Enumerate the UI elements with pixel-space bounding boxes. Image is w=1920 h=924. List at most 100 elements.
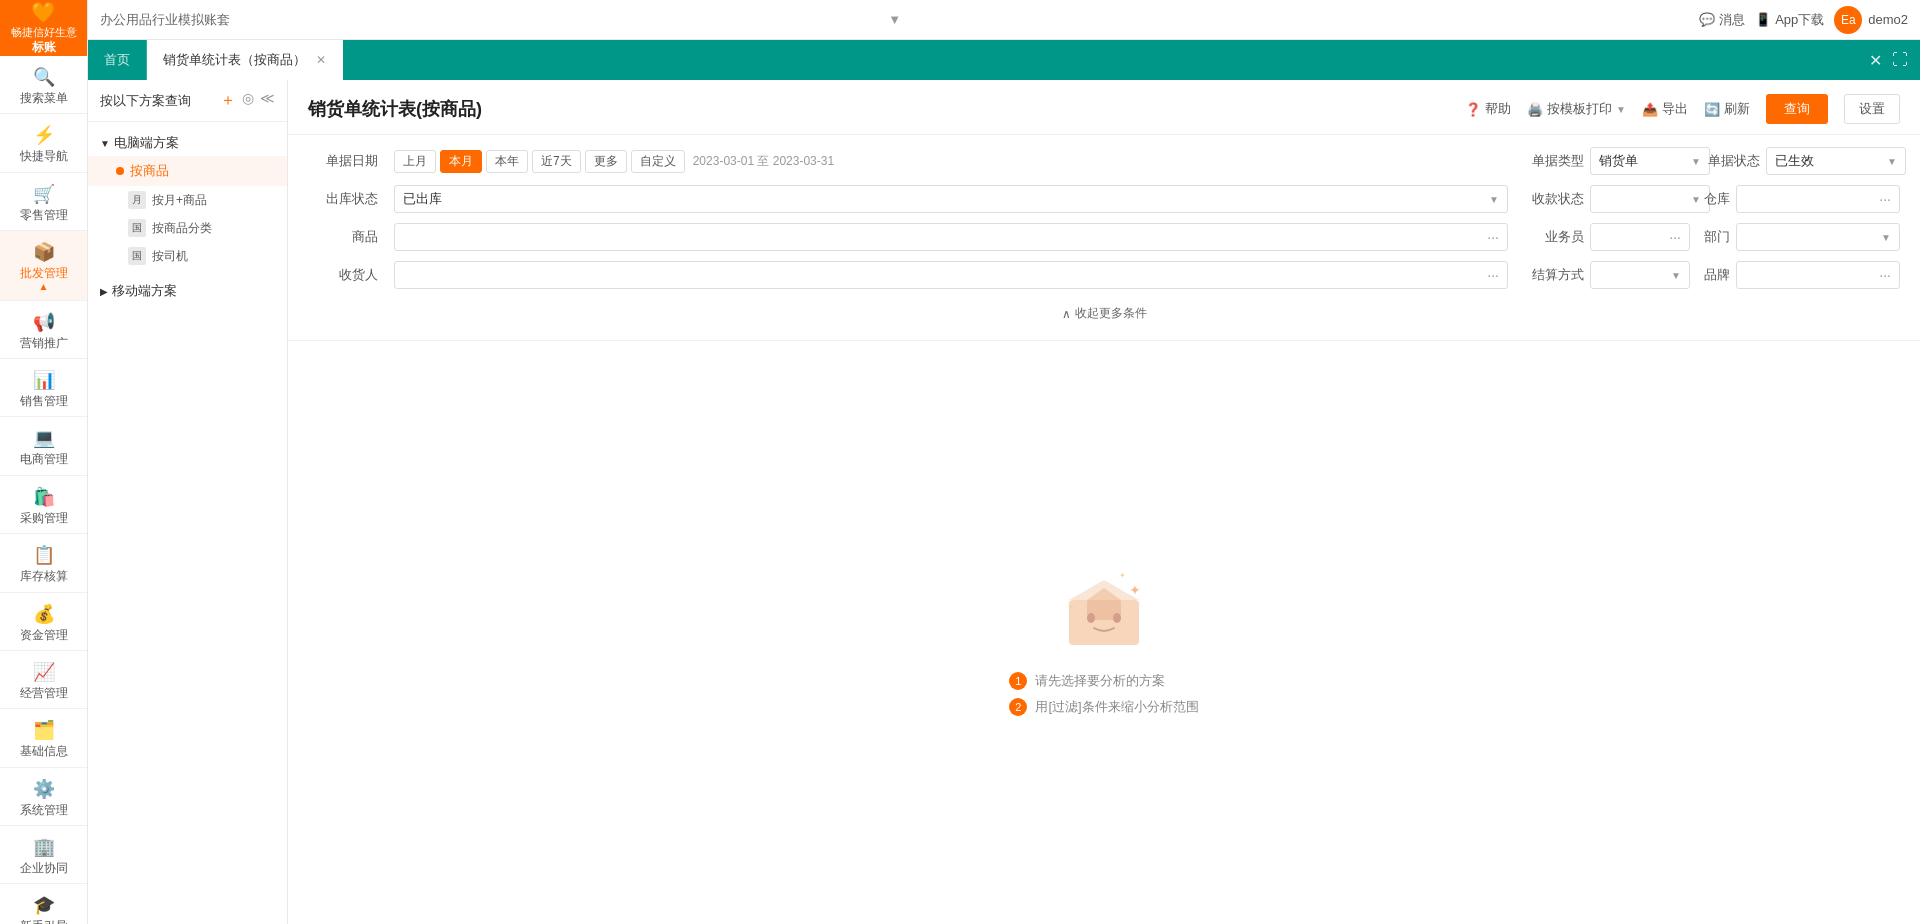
logo-name: 标账 <box>32 39 56 56</box>
date-btn-last-7-days[interactable]: 近7天 <box>532 150 581 173</box>
template-print-btn[interactable]: 🖨️ 按模板打印 ▼ <box>1527 100 1626 118</box>
user-avatar: Ea <box>1834 6 1862 34</box>
help-btn[interactable]: ❓ 帮助 <box>1465 100 1511 118</box>
date-btn-last-month[interactable]: 上月 <box>394 150 436 173</box>
receiver-input[interactable]: ··· <box>394 261 1508 289</box>
sidebar-label-purchase: 采购管理 <box>20 511 68 525</box>
department-group: 部门 ▼ <box>1700 223 1900 251</box>
scheme-add-icon[interactable]: ＋ <box>220 90 236 111</box>
export-btn[interactable]: 📤 导出 <box>1642 100 1688 118</box>
step-2-num: 2 <box>1009 698 1027 716</box>
template-print-chevron-icon: ▼ <box>1616 104 1626 115</box>
payment-method-chevron-icon: ▼ <box>1671 270 1681 281</box>
sidebar-label-ecommerce: 电商管理 <box>20 452 68 466</box>
message-btn[interactable]: 💬 消息 <box>1699 11 1745 29</box>
sidebar-item-retail[interactable]: 🛒 零售管理 <box>0 173 88 231</box>
sidebar-label-retail: 零售管理 <box>20 208 68 222</box>
scheme-edit-icon[interactable]: ◎ <box>242 90 254 111</box>
tab-home[interactable]: 首页 <box>88 40 147 80</box>
sidebar-label-inventory: 库存核算 <box>20 569 68 583</box>
account-dropdown-icon[interactable]: ▼ <box>888 12 901 27</box>
scheme-item-by-month-product[interactable]: 月 按月+商品 <box>88 186 287 214</box>
sidebar-item-search-menu[interactable]: 🔍 搜索菜单 <box>0 56 88 114</box>
doc-status-select[interactable]: 已生效 ▼ <box>1766 147 1906 175</box>
tab-fullscreen-icon[interactable]: ⛶ <box>1892 51 1908 69</box>
message-label: 消息 <box>1719 11 1745 29</box>
date-btn-more[interactable]: 更多 <box>585 150 627 173</box>
sidebar-item-ecommerce[interactable]: 💻 电商管理 <box>0 417 88 475</box>
sidebar-item-newbie[interactable]: 🎓 新手引导 <box>0 884 88 924</box>
date-btn-this-year[interactable]: 本年 <box>486 150 528 173</box>
app-download-label: App下载 <box>1775 11 1824 29</box>
date-label: 单据日期 <box>308 152 378 170</box>
out-status-select[interactable]: 已出库 ▼ <box>394 185 1508 213</box>
user-menu-btn[interactable]: Ea demo2 <box>1834 6 1908 34</box>
ecommerce-icon: 💻 <box>33 427 55 449</box>
user-name-label: demo2 <box>1868 12 1908 27</box>
doc-type-label: 单据类型 <box>1524 152 1584 170</box>
sidebar-item-quick-nav[interactable]: ⚡ 快捷导航 <box>0 114 88 172</box>
warehouse-select[interactable]: ··· <box>1736 185 1900 213</box>
tab-close-all-icon[interactable]: ✕ <box>1869 51 1882 70</box>
doc-type-select[interactable]: 销货单 ▼ <box>1590 147 1710 175</box>
settings-btn[interactable]: 设置 <box>1844 94 1900 124</box>
app-download-btn[interactable]: 📱 App下载 <box>1755 11 1824 29</box>
collapse-btn[interactable]: ∧ 收起更多条件 <box>308 299 1900 328</box>
tab-close-icon[interactable]: ✕ <box>316 53 326 67</box>
supplier-icon: 国 <box>128 247 146 265</box>
sidebar-item-wholesale[interactable]: 📦 批发管理 ▲ <box>0 231 88 300</box>
date-btn-this-month[interactable]: 本月 <box>440 150 482 173</box>
sidebar-item-inventory[interactable]: 📋 库存核算 <box>0 534 88 592</box>
sidebar-item-finance[interactable]: 💰 资金管理 <box>0 593 88 651</box>
scheme-collapse-icon[interactable]: ≪ <box>260 90 275 111</box>
sidebar-item-operation[interactable]: 📈 经营管理 <box>0 651 88 709</box>
message-icon: 💬 <box>1699 12 1715 27</box>
department-select[interactable]: ▼ <box>1736 223 1900 251</box>
scheme-item-by-category[interactable]: 国 按商品分类 <box>88 214 287 242</box>
scheme-item-by-product-label: 按商品 <box>130 162 169 180</box>
brand-select[interactable]: ··· <box>1736 261 1900 289</box>
marketing-icon: 📢 <box>33 311 55 333</box>
product-control: ··· <box>394 223 1508 251</box>
salesperson-select[interactable]: ··· <box>1590 223 1690 251</box>
logo-icon: 🧡 <box>31 0 56 24</box>
tab-sales-stats[interactable]: 销货单统计表（按商品） ✕ <box>147 40 343 80</box>
refresh-btn[interactable]: 🔄 刷新 <box>1704 100 1750 118</box>
page-title-actions: ❓ 帮助 🖨️ 按模板打印 ▼ 📤 导出 🔄 刷新 <box>1465 94 1900 124</box>
department-label: 部门 <box>1700 228 1730 246</box>
date-btn-custom[interactable]: 自定义 <box>631 150 685 173</box>
scheme-item-by-product[interactable]: 按商品 <box>88 156 287 186</box>
sidebar-label-enterprise: 企业协同 <box>20 861 68 875</box>
scheme-panel-header: 按以下方案查询 ＋ ◎ ≪ <box>88 80 287 122</box>
search-btn[interactable]: 查询 <box>1766 94 1828 124</box>
scheme-header-title: 按以下方案查询 <box>100 92 191 110</box>
sidebar-item-sales[interactable]: 📊 销售管理 <box>0 359 88 417</box>
mobile-group-chevron-icon: ▶ <box>100 286 108 297</box>
sidebar-item-system[interactable]: ⚙️ 系统管理 <box>0 768 88 826</box>
sidebar-label-marketing: 营销推广 <box>20 336 68 350</box>
system-icon: ⚙️ <box>33 778 55 800</box>
scheme-desktop-group[interactable]: ▼ 电脑端方案 <box>88 130 287 156</box>
svg-point-5 <box>1113 613 1121 623</box>
warehouse-group: 仓库 ··· <box>1700 185 1900 213</box>
scheme-item-by-category-label: 按商品分类 <box>152 220 212 237</box>
page-title-bar: 销货单统计表(按商品) ❓ 帮助 🖨️ 按模板打印 ▼ 📤 导出 <box>288 80 1920 135</box>
scheme-mobile-group[interactable]: ▶ 移动端方案 <box>88 278 287 304</box>
salesperson-dots-icon: ··· <box>1669 229 1681 245</box>
sidebar-item-marketing[interactable]: 📢 营销推广 <box>0 301 88 359</box>
product-select[interactable]: ··· <box>394 223 1508 251</box>
sidebar-item-basic[interactable]: 🗂️ 基础信息 <box>0 709 88 767</box>
template-print-icon: 🖨️ <box>1527 102 1543 117</box>
sidebar-item-enterprise[interactable]: 🏢 企业协同 <box>0 826 88 884</box>
help-label: 帮助 <box>1485 100 1511 118</box>
pay-status-select[interactable]: ▼ <box>1590 185 1710 213</box>
sidebar-label-search-menu: 搜索菜单 <box>20 91 68 105</box>
step-2-label: 用[过滤]条件来缩小分析范围 <box>1035 698 1198 716</box>
sidebar-label-system: 系统管理 <box>20 803 68 817</box>
sidebar-item-purchase[interactable]: 🛍️ 采购管理 <box>0 476 88 534</box>
purchase-icon: 🛍️ <box>33 486 55 508</box>
out-status-label: 出库状态 <box>308 190 378 208</box>
brand-label: 品牌 <box>1700 266 1730 284</box>
payment-method-select[interactable]: ▼ <box>1590 261 1690 289</box>
scheme-item-by-supplier[interactable]: 国 按司机 <box>88 242 287 270</box>
